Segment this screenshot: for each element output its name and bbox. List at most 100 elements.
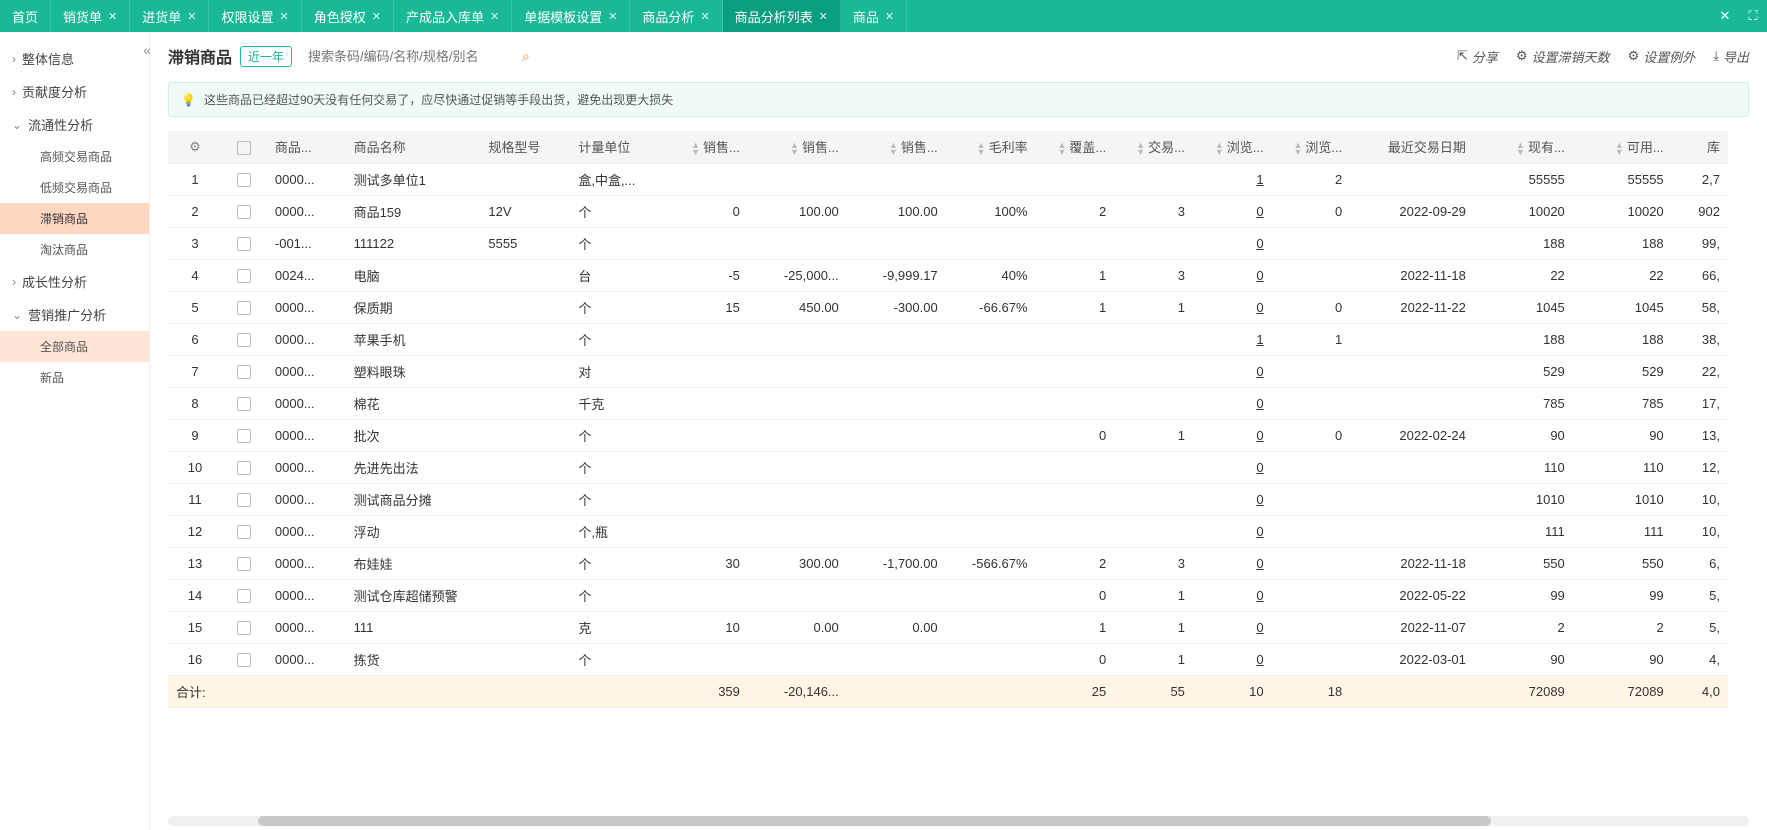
sidebar-collapse-icon[interactable]: « — [143, 42, 151, 58]
table-row[interactable]: 13 0000...布娃娃 个 30300.00 -1,700.00-566.6… — [168, 547, 1728, 579]
scrollbar-thumb[interactable] — [258, 816, 1491, 826]
nav-item-5[interactable]: 滞销商品 — [0, 203, 149, 234]
period-filter[interactable]: 近一年 — [240, 46, 292, 67]
nav-item-0[interactable]: 整体信息 — [0, 42, 149, 75]
checkbox-all[interactable] — [237, 141, 251, 155]
view-link[interactable]: 0 — [1256, 524, 1263, 539]
row-checkbox[interactable] — [237, 429, 251, 443]
tab-8[interactable]: 商品分析列表✕ — [723, 0, 841, 32]
view-link[interactable]: 0 — [1256, 652, 1263, 667]
view-link[interactable]: 0 — [1256, 204, 1263, 219]
search-icon[interactable]: ⌕ — [522, 48, 530, 65]
tab-close-icon[interactable]: ✕ — [490, 10, 499, 23]
search-input[interactable] — [308, 49, 508, 64]
table-row[interactable]: 4 0024...电脑 台 -5-25,000... -9,999.1740% … — [168, 259, 1728, 291]
gear-icon[interactable]: ⚙ — [189, 139, 201, 154]
tab-close-icon[interactable]: ✕ — [819, 10, 828, 23]
col-check[interactable] — [222, 131, 267, 163]
row-checkbox[interactable] — [237, 173, 251, 187]
nav-item-2[interactable]: 流通性分析 — [0, 108, 149, 141]
table-row[interactable]: 14 0000...测试仓库超储预警 个 01 0 2022-05-22 999… — [168, 579, 1728, 611]
tab-close-icon[interactable]: ✕ — [372, 10, 381, 23]
nav-item-4[interactable]: 低频交易商品 — [0, 172, 149, 203]
row-checkbox[interactable] — [237, 653, 251, 667]
row-checkbox[interactable] — [237, 397, 251, 411]
col-1[interactable]: 商品名称 — [346, 131, 481, 163]
row-checkbox[interactable] — [237, 205, 251, 219]
row-checkbox[interactable] — [237, 269, 251, 283]
view-link[interactable]: 0 — [1256, 300, 1263, 315]
view-link[interactable]: 0 — [1256, 492, 1263, 507]
nav-item-1[interactable]: 贡献度分析 — [0, 75, 149, 108]
view-link[interactable]: 1 — [1256, 332, 1263, 347]
col-5[interactable]: ▲▼销售... — [748, 131, 847, 163]
nav-item-6[interactable]: 淘汰商品 — [0, 234, 149, 265]
col-7[interactable]: ▲▼毛利率 — [946, 131, 1036, 163]
table-container[interactable]: ⚙ 商品...商品名称规格型号计量单位▲▼销售...▲▼销售...▲▼销售...… — [168, 131, 1767, 816]
row-checkbox[interactable] — [237, 621, 251, 635]
tab-close-icon[interactable]: ✕ — [187, 10, 196, 23]
table-row[interactable]: 11 0000...测试商品分摊 个 0 10101010 10, — [168, 483, 1728, 515]
col-13[interactable]: ▲▼现有... — [1474, 131, 1573, 163]
view-link[interactable]: 0 — [1256, 268, 1263, 283]
table-row[interactable]: 7 0000...塑料眼珠 对 0 529529 22, — [168, 355, 1728, 387]
view-link[interactable]: 0 — [1256, 396, 1263, 411]
col-4[interactable]: ▲▼销售... — [660, 131, 748, 163]
row-checkbox[interactable] — [237, 557, 251, 571]
view-link[interactable]: 0 — [1256, 428, 1263, 443]
col-gear[interactable]: ⚙ — [168, 131, 222, 163]
tab-9[interactable]: 商品✕ — [841, 0, 907, 32]
tab-0[interactable]: 首页 — [0, 0, 51, 32]
col-6[interactable]: ▲▼销售... — [847, 131, 946, 163]
row-checkbox[interactable] — [237, 525, 251, 539]
col-8[interactable]: ▲▼覆盖... — [1036, 131, 1115, 163]
view-link[interactable]: 1 — [1256, 172, 1263, 187]
col-2[interactable]: 规格型号 — [480, 131, 570, 163]
table-row[interactable]: 16 0000...拣货 个 01 0 2022-03-01 9090 4, — [168, 643, 1728, 675]
tab-5[interactable]: 产成品入库单✕ — [394, 0, 512, 32]
nav-item-10[interactable]: 新品 — [0, 362, 149, 393]
row-checkbox[interactable] — [237, 333, 251, 347]
tab-close-all-icon[interactable]: ✕ — [1711, 0, 1739, 32]
tab-6[interactable]: 单据模板设置✕ — [512, 0, 630, 32]
tab-close-icon[interactable]: ✕ — [280, 10, 289, 23]
row-checkbox[interactable] — [237, 461, 251, 475]
nav-item-9[interactable]: 全部商品 — [0, 331, 149, 362]
view-link[interactable]: 0 — [1256, 236, 1263, 251]
table-row[interactable]: 9 0000...批次 个 01 0 02022-02-24 9090 13, — [168, 419, 1728, 451]
col-3[interactable]: 计量单位 — [570, 131, 660, 163]
row-checkbox[interactable] — [237, 237, 251, 251]
table-row[interactable]: 5 0000...保质期 个 15450.00 -300.00-66.67% 1… — [168, 291, 1728, 323]
tab-4[interactable]: 角色授权✕ — [302, 0, 394, 32]
table-row[interactable]: 15 0000...111 克 100.00 0.00 11 0 2022-11… — [168, 611, 1728, 643]
nav-item-7[interactable]: 成长性分析 — [0, 265, 149, 298]
view-link[interactable]: 0 — [1256, 460, 1263, 475]
table-row[interactable]: 6 0000...苹果手机 个 1 1 188188 38, — [168, 323, 1728, 355]
horizontal-scrollbar[interactable] — [168, 816, 1749, 826]
table-row[interactable]: 2 0000...商品159 12V个 0100.00 100.00100% 2… — [168, 195, 1728, 227]
set-days-button[interactable]: ⚙ 设置滞销天数 — [1516, 47, 1610, 66]
row-checkbox[interactable] — [237, 589, 251, 603]
nav-item-3[interactable]: 高频交易商品 — [0, 141, 149, 172]
tab-close-icon[interactable]: ✕ — [700, 10, 709, 23]
table-row[interactable]: 12 0000...浮动 个,瓶 0 111111 10, — [168, 515, 1728, 547]
tab-close-icon[interactable]: ✕ — [108, 10, 117, 23]
tab-3[interactable]: 权限设置✕ — [209, 0, 301, 32]
col-9[interactable]: ▲▼交易... — [1114, 131, 1193, 163]
table-row[interactable]: 10 0000...先进先出法 个 0 110110 12, — [168, 451, 1728, 483]
view-link[interactable]: 0 — [1256, 620, 1263, 635]
row-checkbox[interactable] — [237, 301, 251, 315]
tab-2[interactable]: 进货单✕ — [130, 0, 209, 32]
col-11[interactable]: ▲▼浏览... — [1272, 131, 1351, 163]
tab-7[interactable]: 商品分析✕ — [630, 0, 722, 32]
fullscreen-icon[interactable]: ⛶ — [1739, 0, 1767, 32]
col-10[interactable]: ▲▼浏览... — [1193, 131, 1272, 163]
view-link[interactable]: 0 — [1256, 588, 1263, 603]
table-row[interactable]: 1 0000...测试多单位1 盒,中盒,... 1 2 5555555555 … — [168, 163, 1728, 195]
table-row[interactable]: 8 0000...棉花 千克 0 785785 17, — [168, 387, 1728, 419]
nav-item-8[interactable]: 营销推广分析 — [0, 298, 149, 331]
set-except-button[interactable]: ⚙ 设置例外 — [1628, 47, 1696, 66]
view-link[interactable]: 0 — [1256, 556, 1263, 571]
col-12[interactable]: 最近交易日期 — [1350, 131, 1474, 163]
tab-close-icon[interactable]: ✕ — [608, 10, 617, 23]
